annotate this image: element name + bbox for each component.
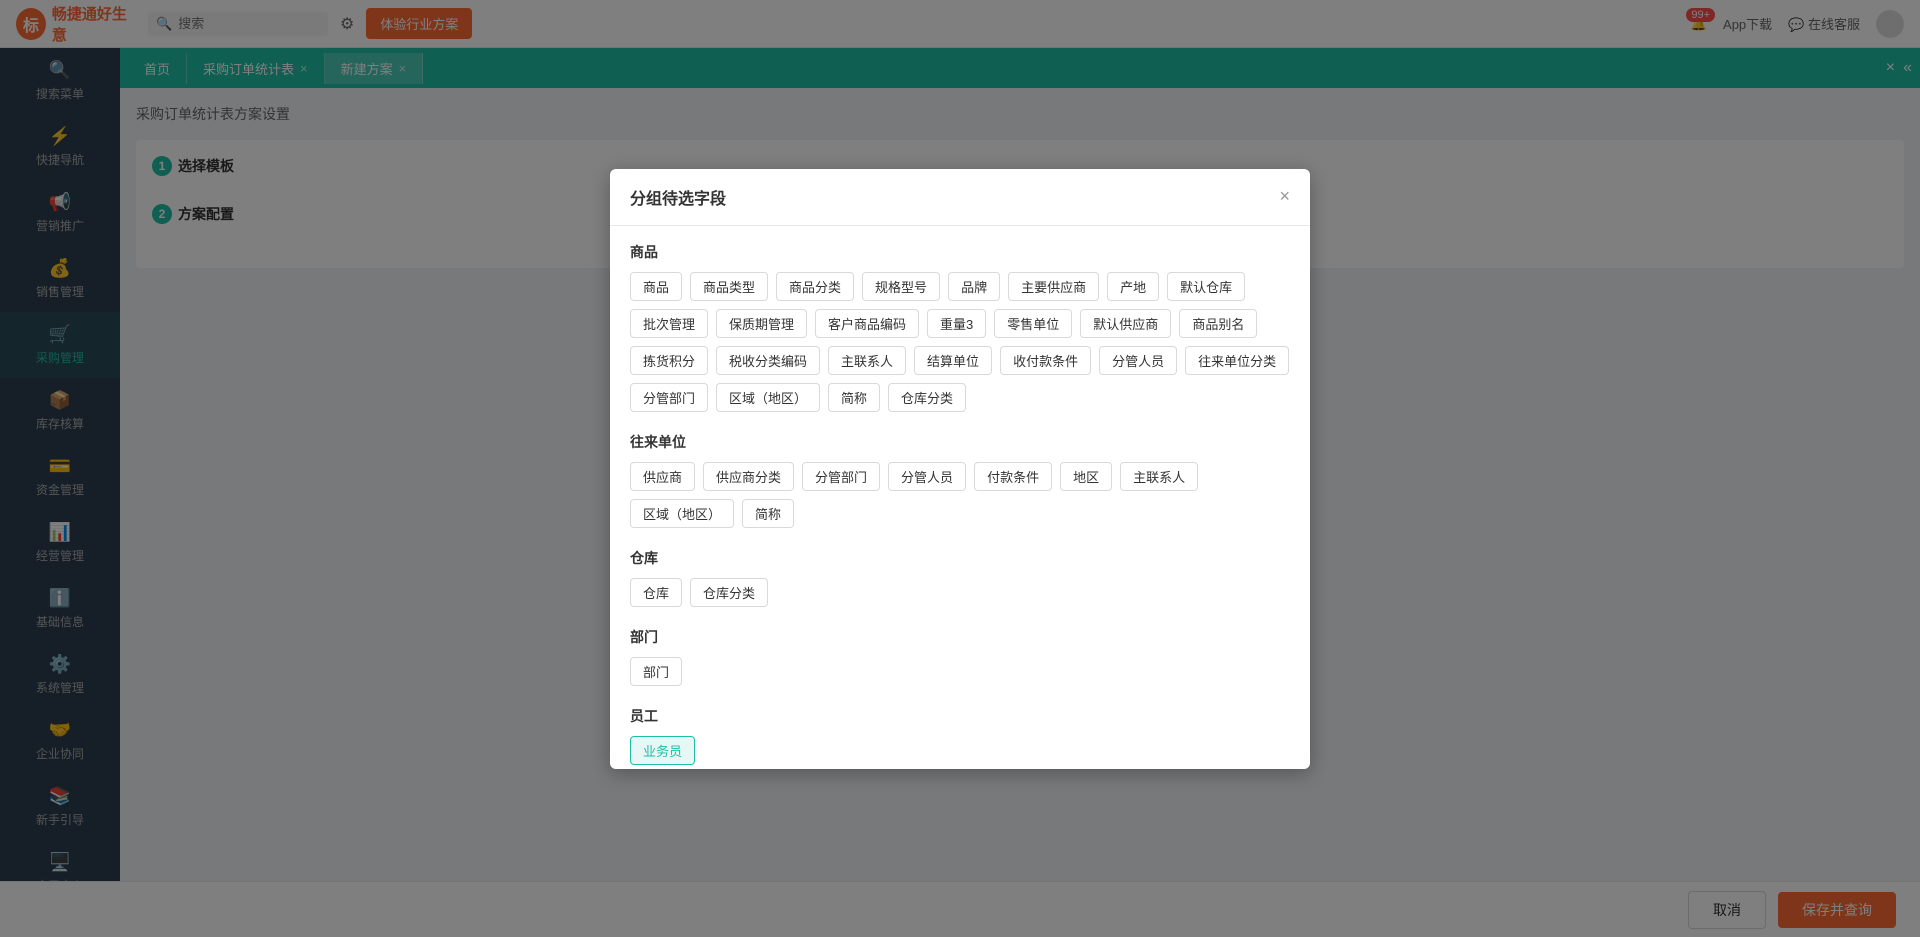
field-tag-main-contact-cp[interactable]: 主联系人 [1120, 462, 1198, 491]
field-tag-brand[interactable]: 品牌 [948, 272, 1000, 301]
field-tag-spec-model[interactable]: 规格型号 [862, 272, 940, 301]
section-employee-tags: 业务员 [630, 736, 1290, 765]
field-tag-batch-mgmt[interactable]: 批次管理 [630, 309, 708, 338]
field-tag-supplier[interactable]: 供应商 [630, 462, 695, 491]
field-tag-counterpart-cat[interactable]: 往来单位分类 [1185, 346, 1289, 375]
field-tag-short-name-goods[interactable]: 简称 [828, 383, 880, 412]
modal-title: 分组待选字段 [630, 185, 726, 209]
modal-body[interactable]: 商品 商品 商品类型 商品分类 规格型号 品牌 主要供应商 产地 默认仓库 批次… [610, 226, 1310, 769]
field-tag-warehouse-cat[interactable]: 仓库分类 [690, 578, 768, 607]
modal-header: 分组待选字段 × [610, 169, 1310, 226]
field-tag-origin[interactable]: 产地 [1107, 272, 1159, 301]
field-tag-warehouse[interactable]: 仓库 [630, 578, 682, 607]
section-warehouse: 仓库 仓库 仓库分类 [630, 548, 1290, 607]
field-tag-supplier-cat[interactable]: 供应商分类 [703, 462, 794, 491]
field-tag-weight3[interactable]: 重量3 [927, 309, 986, 338]
field-tag-main-supplier[interactable]: 主要供应商 [1008, 272, 1099, 301]
section-counterpart-title: 往来单位 [630, 432, 1290, 452]
field-tag-shelf-life[interactable]: 保质期管理 [716, 309, 807, 338]
field-tag-region-cp[interactable]: 地区 [1060, 462, 1112, 491]
field-tag-dept-head[interactable]: 分管人员 [1099, 346, 1177, 375]
field-tag-goods-category[interactable]: 商品分类 [776, 272, 854, 301]
field-tag-payment-cond[interactable]: 付款条件 [974, 462, 1052, 491]
field-tag-goods-alias[interactable]: 商品别名 [1179, 309, 1257, 338]
field-tag-customer-code[interactable]: 客户商品编码 [815, 309, 919, 338]
field-tag-region-goods[interactable]: 区域（地区） [716, 383, 820, 412]
field-tag-main-contact[interactable]: 主联系人 [828, 346, 906, 375]
section-employee: 员工 业务员 [630, 706, 1290, 765]
field-tag-default-supplier[interactable]: 默认供应商 [1080, 309, 1171, 338]
field-tag-retail-unit[interactable]: 零售单位 [994, 309, 1072, 338]
field-tag-short-name-cp[interactable]: 简称 [742, 499, 794, 528]
field-tag-goods[interactable]: 商品 [630, 272, 682, 301]
field-tag-settle-unit[interactable]: 结算单位 [914, 346, 992, 375]
section-dept-title: 部门 [630, 627, 1290, 647]
field-tag-payment-terms[interactable]: 收付款条件 [1000, 346, 1091, 375]
modal-overlay: 分组待选字段 × 商品 商品 商品类型 商品分类 规格型号 品牌 主要供应商 产… [0, 0, 1920, 937]
section-employee-title: 员工 [630, 706, 1290, 726]
section-goods-title: 商品 [630, 242, 1290, 262]
field-tag-dept-manage[interactable]: 分管部门 [630, 383, 708, 412]
field-tag-goods-type[interactable]: 商品类型 [690, 272, 768, 301]
section-counterpart: 往来单位 供应商 供应商分类 分管部门 分管人员 付款条件 地区 主联系人 区域… [630, 432, 1290, 528]
field-tag-warehouse-cat-goods[interactable]: 仓库分类 [888, 383, 966, 412]
section-goods-tags: 商品 商品类型 商品分类 规格型号 品牌 主要供应商 产地 默认仓库 批次管理 … [630, 272, 1290, 412]
field-tag-salesperson[interactable]: 业务员 [630, 736, 695, 765]
section-dept: 部门 部门 [630, 627, 1290, 686]
section-dept-tags: 部门 [630, 657, 1290, 686]
section-goods: 商品 商品 商品类型 商品分类 规格型号 品牌 主要供应商 产地 默认仓库 批次… [630, 242, 1290, 412]
section-warehouse-tags: 仓库 仓库分类 [630, 578, 1290, 607]
section-warehouse-title: 仓库 [630, 548, 1290, 568]
modal-close-button[interactable]: × [1279, 186, 1290, 207]
field-tag-dept-cp[interactable]: 分管部门 [802, 462, 880, 491]
modal: 分组待选字段 × 商品 商品 商品类型 商品分类 规格型号 品牌 主要供应商 产… [610, 169, 1310, 769]
section-counterpart-tags: 供应商 供应商分类 分管部门 分管人员 付款条件 地区 主联系人 区域（地区） … [630, 462, 1290, 528]
field-tag-pick-score[interactable]: 拣货积分 [630, 346, 708, 375]
field-tag-person-cp[interactable]: 分管人员 [888, 462, 966, 491]
field-tag-tax-code[interactable]: 税收分类编码 [716, 346, 820, 375]
field-tag-dept[interactable]: 部门 [630, 657, 682, 686]
field-tag-default-warehouse[interactable]: 默认仓库 [1167, 272, 1245, 301]
field-tag-area-region-cp[interactable]: 区域（地区） [630, 499, 734, 528]
